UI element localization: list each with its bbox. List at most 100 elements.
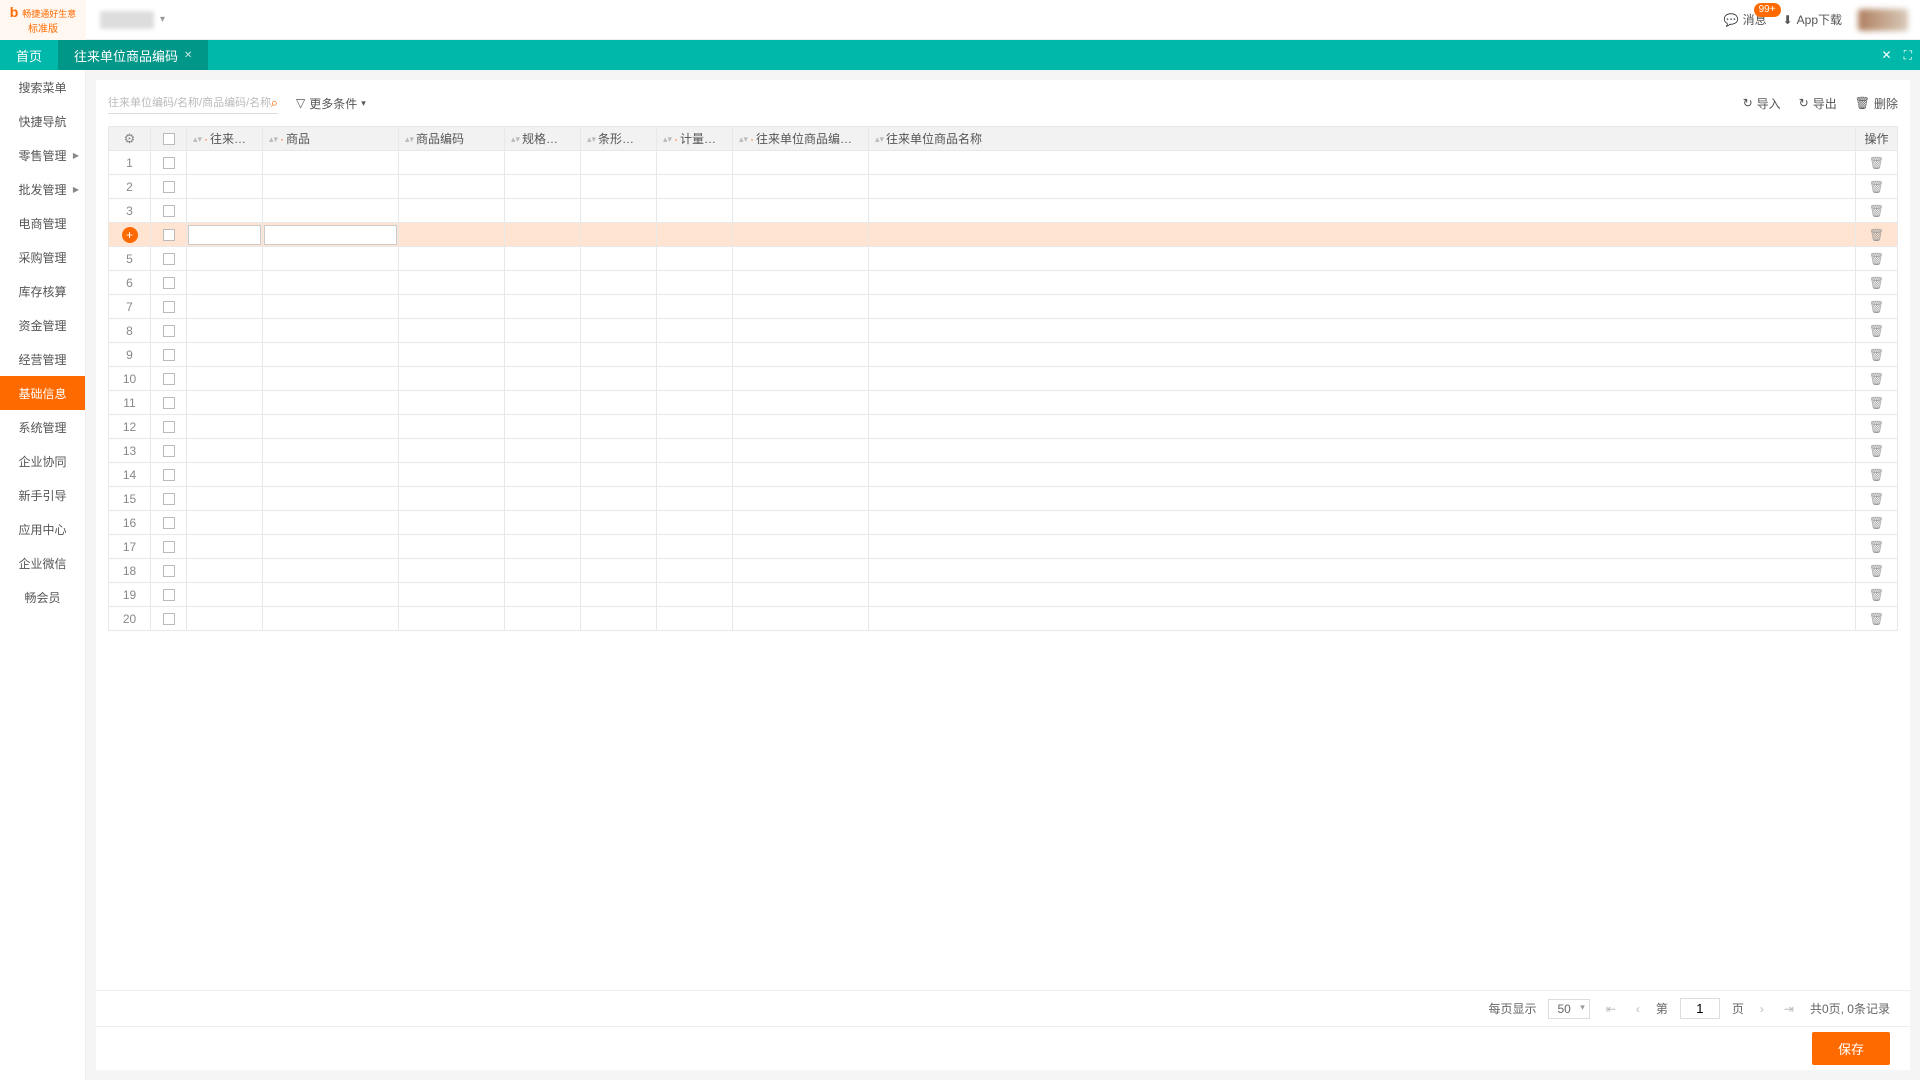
- delete-row-icon[interactable]: 🗑: [1869, 156, 1884, 170]
- column-partner-product-name[interactable]: ▴▾往来单位商品名称: [869, 127, 1856, 151]
- cell[interactable]: [581, 463, 657, 487]
- table-row[interactable]: 20🗑: [109, 607, 1898, 631]
- cell[interactable]: [399, 559, 505, 583]
- cell[interactable]: [263, 367, 399, 391]
- cell[interactable]: [581, 391, 657, 415]
- tab-partner-product-code[interactable]: 往来单位商品编码 ✕: [58, 40, 208, 70]
- delete-row-icon[interactable]: 🗑: [1869, 372, 1884, 386]
- delete-row-icon[interactable]: 🗑: [1869, 588, 1884, 602]
- cell[interactable]: [399, 511, 505, 535]
- cell[interactable]: [657, 415, 733, 439]
- cell[interactable]: [505, 607, 581, 631]
- delete-row-icon[interactable]: 🗑: [1869, 300, 1884, 314]
- cell[interactable]: [187, 175, 263, 199]
- column-select-all[interactable]: [151, 127, 187, 151]
- cell[interactable]: [399, 175, 505, 199]
- cell[interactable]: [263, 391, 399, 415]
- sidebar-item[interactable]: 电商管理: [0, 206, 85, 240]
- cell[interactable]: [869, 391, 1856, 415]
- column-partner[interactable]: ▴▾·往来…: [187, 127, 263, 151]
- cell[interactable]: [869, 367, 1856, 391]
- cell[interactable]: [581, 295, 657, 319]
- cell[interactable]: [869, 559, 1856, 583]
- cell[interactable]: [657, 439, 733, 463]
- cell[interactable]: [733, 199, 869, 223]
- cell[interactable]: [581, 319, 657, 343]
- cell-editor[interactable]: [188, 225, 261, 245]
- delete-row-icon[interactable]: 🗑: [1869, 396, 1884, 410]
- sidebar-item[interactable]: 应用中心: [0, 512, 85, 546]
- cell[interactable]: [733, 511, 869, 535]
- cell[interactable]: [657, 295, 733, 319]
- row-checkbox[interactable]: [163, 493, 175, 505]
- cell[interactable]: [263, 607, 399, 631]
- row-checkbox[interactable]: [163, 517, 175, 529]
- cell[interactable]: [399, 223, 505, 247]
- cell[interactable]: [869, 511, 1856, 535]
- cell[interactable]: [581, 271, 657, 295]
- cell[interactable]: [263, 343, 399, 367]
- row-checkbox[interactable]: [163, 541, 175, 553]
- delete-row-icon[interactable]: 🗑: [1869, 228, 1884, 242]
- cell[interactable]: [657, 271, 733, 295]
- cell[interactable]: [399, 319, 505, 343]
- cell-editor[interactable]: [264, 225, 397, 245]
- cell[interactable]: [657, 343, 733, 367]
- cell[interactable]: [263, 175, 399, 199]
- cell[interactable]: [733, 607, 869, 631]
- cell[interactable]: [581, 199, 657, 223]
- search-input[interactable]: [108, 93, 271, 113]
- delete-row-icon[interactable]: 🗑: [1869, 276, 1884, 290]
- cell[interactable]: [187, 607, 263, 631]
- cell[interactable]: [505, 319, 581, 343]
- sidebar-item[interactable]: 企业微信: [0, 546, 85, 580]
- row-checkbox[interactable]: [163, 421, 175, 433]
- cell[interactable]: [657, 175, 733, 199]
- row-checkbox[interactable]: [163, 157, 175, 169]
- cell[interactable]: [263, 487, 399, 511]
- cell[interactable]: [399, 367, 505, 391]
- row-checkbox[interactable]: [163, 613, 175, 625]
- cell[interactable]: [581, 247, 657, 271]
- cell[interactable]: [263, 271, 399, 295]
- row-checkbox[interactable]: [163, 229, 175, 241]
- delete-row-icon[interactable]: 🗑: [1869, 492, 1884, 506]
- search-icon[interactable]: ⌕: [271, 95, 278, 111]
- cell[interactable]: [869, 415, 1856, 439]
- cell[interactable]: [399, 535, 505, 559]
- row-checkbox[interactable]: [163, 253, 175, 265]
- cell[interactable]: [869, 343, 1856, 367]
- add-row-icon[interactable]: +: [122, 227, 138, 243]
- column-product[interactable]: ▴▾·商品: [263, 127, 399, 151]
- cell[interactable]: [263, 583, 399, 607]
- cell[interactable]: [187, 583, 263, 607]
- delete-row-icon[interactable]: 🗑: [1869, 468, 1884, 482]
- cell[interactable]: [869, 271, 1856, 295]
- column-partner-product-code[interactable]: ▴▾·往来单位商品编…: [733, 127, 869, 151]
- column-spec[interactable]: ▴▾规格…: [505, 127, 581, 151]
- cell[interactable]: [263, 319, 399, 343]
- cell[interactable]: [733, 175, 869, 199]
- sidebar-item[interactable]: 库存核算: [0, 274, 85, 308]
- row-checkbox[interactable]: [163, 277, 175, 289]
- cell[interactable]: [187, 271, 263, 295]
- cell[interactable]: [505, 271, 581, 295]
- cell[interactable]: [505, 223, 581, 247]
- cell[interactable]: [187, 535, 263, 559]
- cell[interactable]: [733, 415, 869, 439]
- cell[interactable]: [581, 583, 657, 607]
- table-row[interactable]: 1🗑: [109, 151, 1898, 175]
- cell[interactable]: [581, 559, 657, 583]
- cell[interactable]: [263, 535, 399, 559]
- row-checkbox[interactable]: [163, 301, 175, 313]
- delete-row-icon[interactable]: 🗑: [1869, 540, 1884, 554]
- sidebar-item[interactable]: 零售管理▶: [0, 138, 85, 172]
- delete-row-icon[interactable]: 🗑: [1869, 348, 1884, 362]
- sidebar-item[interactable]: 基础信息: [0, 376, 85, 410]
- cell[interactable]: [187, 511, 263, 535]
- cell[interactable]: [733, 367, 869, 391]
- cell[interactable]: [869, 535, 1856, 559]
- cell[interactable]: [733, 559, 869, 583]
- cell[interactable]: [505, 511, 581, 535]
- cell[interactable]: [399, 343, 505, 367]
